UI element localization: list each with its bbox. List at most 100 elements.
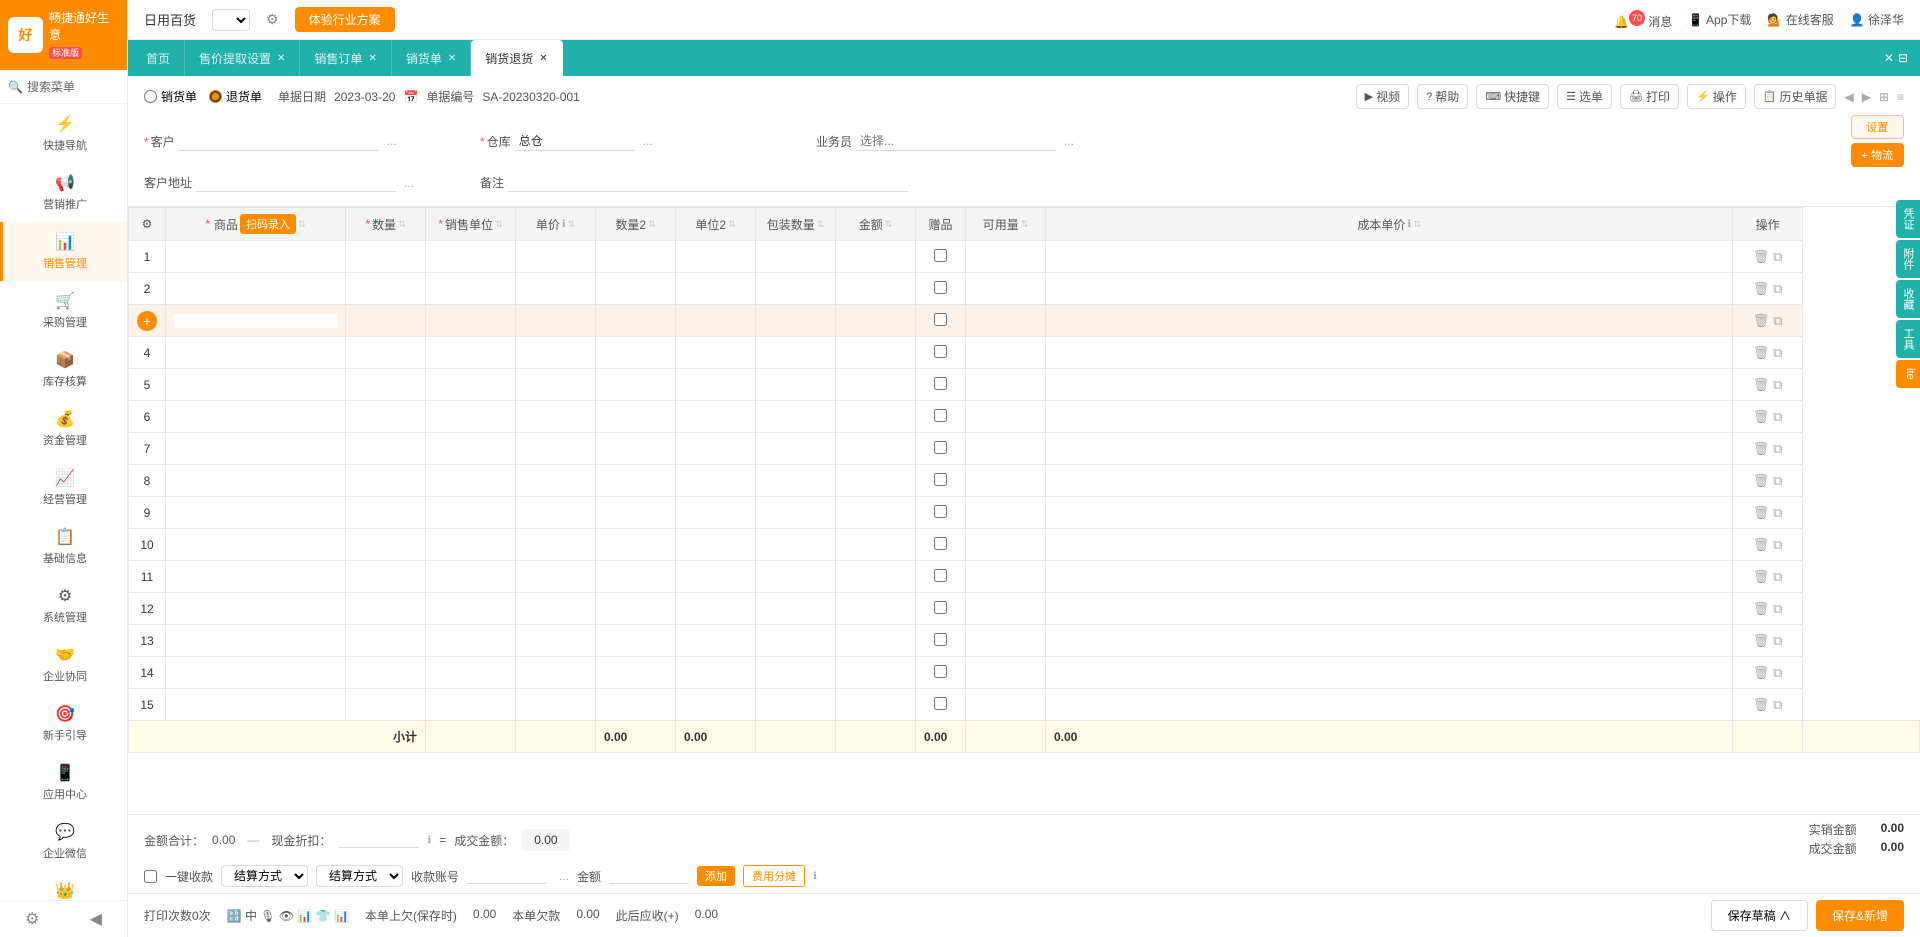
qty2-cell[interactable] bbox=[596, 657, 676, 689]
available-cell[interactable] bbox=[966, 337, 1046, 369]
goods-cell[interactable] bbox=[166, 241, 346, 273]
unit-price-cell[interactable] bbox=[516, 465, 596, 497]
pkg-qty-cell[interactable] bbox=[756, 305, 836, 337]
gift-checkbox[interactable] bbox=[934, 569, 947, 582]
cost-price-cell[interactable] bbox=[1046, 657, 1733, 689]
cost-price-cell[interactable] bbox=[1046, 497, 1733, 529]
unit2-cell[interactable] bbox=[676, 689, 756, 721]
tab-layout-icon[interactable]: ⊟ bbox=[1898, 51, 1908, 65]
goods-cell[interactable] bbox=[166, 625, 346, 657]
pkg-qty-cell[interactable] bbox=[756, 497, 836, 529]
copy-row-icon[interactable]: ⧉ bbox=[1773, 665, 1782, 681]
select-btn[interactable]: ☰ 选单 bbox=[1557, 84, 1612, 109]
goods-cell[interactable] bbox=[166, 465, 346, 497]
gift-checkbox[interactable] bbox=[934, 601, 947, 614]
delete-row-icon[interactable]: 🗑 bbox=[1753, 665, 1770, 681]
radio-sale-return[interactable]: 退货单 bbox=[209, 88, 262, 105]
delete-row-icon[interactable]: 🗑 bbox=[1753, 601, 1770, 617]
goods-cell[interactable] bbox=[166, 337, 346, 369]
gift-checkbox[interactable] bbox=[934, 409, 947, 422]
unit-price-cell[interactable] bbox=[516, 593, 596, 625]
qty-cell[interactable] bbox=[346, 497, 426, 529]
gift-checkbox[interactable] bbox=[934, 473, 947, 486]
qty-cell[interactable] bbox=[346, 657, 426, 689]
video-btn[interactable]: ▶ 视频 bbox=[1356, 84, 1409, 109]
logistics-btn[interactable]: + 物流 bbox=[1851, 143, 1904, 167]
available-cell[interactable] bbox=[966, 497, 1046, 529]
save-draft-btn[interactable]: 保存草稿 ∧ bbox=[1711, 900, 1808, 931]
sale-unit-cell[interactable] bbox=[426, 593, 516, 625]
pkg-qty-cell[interactable] bbox=[756, 561, 836, 593]
available-cell[interactable] bbox=[966, 305, 1046, 337]
sort-available-icon[interactable]: ⇅ bbox=[1021, 219, 1029, 230]
available-cell[interactable] bbox=[966, 689, 1046, 721]
settings-bottom-icon[interactable]: ⚙ bbox=[25, 909, 39, 929]
sale-unit-cell[interactable] bbox=[426, 337, 516, 369]
sidebar-item-operation[interactable]: 📈 经营管理 bbox=[0, 458, 127, 517]
topbar-gear-icon[interactable]: ⚙ bbox=[266, 11, 279, 28]
copy-row-icon[interactable]: ⧉ bbox=[1773, 601, 1782, 617]
qty2-cell[interactable] bbox=[596, 689, 676, 721]
amount-cell[interactable] bbox=[836, 401, 916, 433]
amount-cell[interactable] bbox=[836, 625, 916, 657]
qty2-cell[interactable] bbox=[596, 305, 676, 337]
delete-row-icon[interactable]: 🗑 bbox=[1753, 569, 1770, 585]
tab-sale-return[interactable]: 销货退货 ✕ bbox=[471, 40, 562, 76]
delete-row-icon[interactable]: 🗑 bbox=[1753, 281, 1770, 297]
sidebar-item-basic[interactable]: 📋 基础信息 bbox=[0, 517, 127, 576]
gift-checkbox[interactable] bbox=[934, 633, 947, 646]
gift-cell[interactable] bbox=[916, 657, 966, 689]
copy-row-icon[interactable]: ⧉ bbox=[1773, 633, 1782, 649]
qty-cell[interactable] bbox=[346, 625, 426, 657]
pkg-qty-cell[interactable] bbox=[756, 625, 836, 657]
fee-split-btn[interactable]: 费用分摊 bbox=[743, 865, 805, 887]
voucher-btn[interactable]: 凭证 bbox=[1896, 200, 1920, 238]
radio-sale-delivery[interactable]: 销货单 bbox=[144, 88, 197, 105]
unit2-cell[interactable] bbox=[676, 241, 756, 273]
qty2-cell[interactable] bbox=[596, 561, 676, 593]
sidebar-item-purchase[interactable]: 🛒 采购管理 bbox=[0, 281, 127, 340]
sidebar-search[interactable]: 🔍 搜索菜单 bbox=[0, 70, 127, 104]
amount-cell[interactable] bbox=[836, 657, 916, 689]
tab-close-icon[interactable]: ✕ bbox=[448, 53, 456, 64]
unit-price-cell[interactable] bbox=[516, 241, 596, 273]
tab-sale-order[interactable]: 销售订单 ✕ bbox=[300, 40, 391, 76]
save-new-btn[interactable]: 保存&新增 bbox=[1816, 900, 1904, 931]
tab-sale-delivery[interactable]: 销货单 ✕ bbox=[392, 40, 471, 76]
cost-price-cell[interactable] bbox=[1046, 337, 1733, 369]
sort-cost-icon[interactable]: ⇅ bbox=[1413, 219, 1421, 230]
gift-checkbox[interactable] bbox=[934, 697, 947, 710]
unit2-cell[interactable] bbox=[676, 305, 756, 337]
sidebar-item-appstore[interactable]: 📱 应用中心 bbox=[0, 753, 127, 812]
unit2-cell[interactable] bbox=[676, 465, 756, 497]
notification-icon[interactable]: 🔔70 消息 bbox=[1614, 10, 1672, 30]
amount-cell[interactable] bbox=[836, 241, 916, 273]
delete-row-icon[interactable]: 🗑 bbox=[1753, 249, 1770, 265]
copy-row-icon[interactable]: ⧉ bbox=[1773, 505, 1782, 521]
sale-unit-cell[interactable] bbox=[426, 401, 516, 433]
delete-row-icon[interactable]: 🗑 bbox=[1753, 633, 1770, 649]
available-cell[interactable] bbox=[966, 529, 1046, 561]
gift-checkbox[interactable] bbox=[934, 537, 947, 550]
cost-price-cell[interactable] bbox=[1046, 369, 1733, 401]
qty2-cell[interactable] bbox=[596, 625, 676, 657]
pkg-qty-cell[interactable] bbox=[756, 369, 836, 401]
remark-input[interactable] bbox=[508, 173, 908, 192]
goods-cell[interactable] bbox=[166, 497, 346, 529]
available-cell[interactable] bbox=[966, 273, 1046, 305]
available-cell[interactable] bbox=[966, 625, 1046, 657]
qty2-cell[interactable] bbox=[596, 401, 676, 433]
add-btn[interactable]: 添加 bbox=[697, 866, 735, 886]
cost-price-cell[interactable] bbox=[1046, 433, 1733, 465]
gift-checkbox[interactable] bbox=[934, 345, 947, 358]
amount-cell[interactable] bbox=[836, 369, 916, 401]
sale-unit-cell[interactable] bbox=[426, 465, 516, 497]
sidebar-item-member[interactable]: 👑 畅会员 bbox=[0, 871, 127, 900]
qty-cell[interactable] bbox=[346, 401, 426, 433]
next-doc-icon[interactable]: ▶ bbox=[1862, 90, 1871, 104]
unit-price-info-icon[interactable]: ℹ bbox=[562, 219, 566, 230]
sale-unit-cell[interactable] bbox=[426, 305, 516, 337]
delete-row-icon[interactable]: 🗑 bbox=[1753, 409, 1770, 425]
cost-price-cell[interactable] bbox=[1046, 273, 1733, 305]
cost-price-cell[interactable] bbox=[1046, 241, 1733, 273]
